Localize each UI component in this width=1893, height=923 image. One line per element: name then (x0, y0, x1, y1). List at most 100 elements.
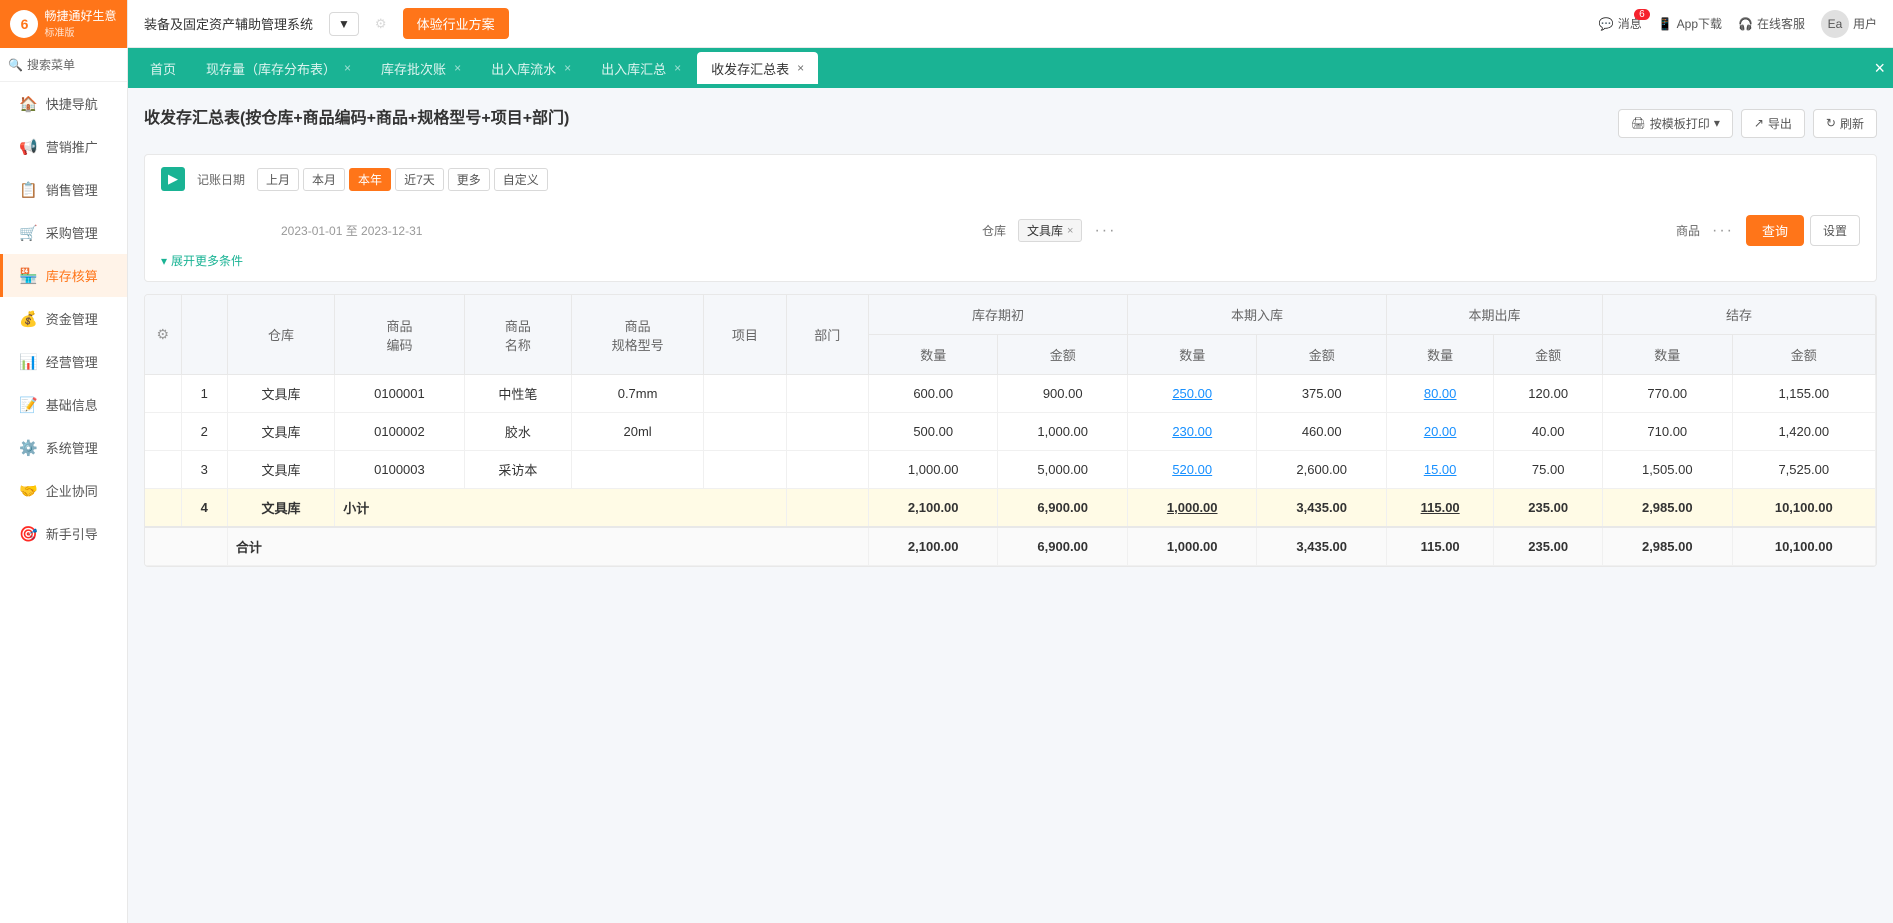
tab-inout-summary-close[interactable]: × (674, 61, 681, 75)
query-btn[interactable]: 查询 (1746, 215, 1804, 246)
close-all-tabs[interactable]: × (1874, 58, 1885, 79)
message-icon-item[interactable]: 💬 6 消息 (1599, 15, 1642, 32)
date-btn-this-month[interactable]: 本月 (303, 168, 345, 191)
warehouse-tag-close[interactable]: × (1067, 225, 1073, 237)
sidebar-item-base[interactable]: 📝 基础信息 (0, 383, 127, 426)
row-in-amt: 460.00 (1257, 413, 1387, 451)
tab-batch-ledger[interactable]: 库存批次账 × (367, 52, 475, 84)
sidebar-item-sales[interactable]: 📋 销售管理 (0, 168, 127, 211)
sidebar-item-label: 新手引导 (46, 524, 98, 543)
row-out-qty[interactable]: 20.00 (1386, 413, 1493, 451)
date-btn-custom[interactable]: 自定义 (494, 168, 548, 191)
online-service-item[interactable]: 🎧 在线客服 (1738, 15, 1805, 32)
row-code: 0100001 (335, 375, 465, 413)
sidebar-item-quick[interactable]: 🏠 快捷导航 (0, 82, 127, 125)
search-menu-item[interactable]: 🔍 搜索菜单 (0, 48, 127, 82)
sidebar-item-label: 营销推广 (46, 137, 98, 156)
date-btn-7days[interactable]: 近7天 (395, 168, 444, 191)
warehouse-label: 仓库 (982, 222, 1006, 239)
footer-out-amt: 235.00 (1494, 527, 1603, 566)
filter-toggle-btn[interactable]: ▶ (161, 167, 185, 191)
tab-batch-ledger-close[interactable]: × (454, 61, 461, 75)
row-in-qty[interactable]: 250.00 (1127, 375, 1257, 413)
row-in-qty[interactable]: 520.00 (1127, 451, 1257, 489)
sidebar-item-inventory[interactable]: 🏪 库存核算 (0, 254, 127, 297)
export-btn[interactable]: ↗ 导出 (1741, 109, 1805, 138)
chevron-down-icon: ▾ (1714, 116, 1720, 130)
date-btn-more[interactable]: 更多 (448, 168, 490, 191)
sidebar-item-collab[interactable]: 🤝 企业协同 (0, 469, 127, 512)
row-out-amt: 75.00 (1494, 451, 1603, 489)
target-icon: 🎯 (19, 525, 38, 543)
row-init-qty: 2,100.00 (868, 489, 998, 528)
tab-inout-flow-close[interactable]: × (564, 61, 571, 75)
search-icon: 🔍 (8, 58, 23, 72)
sidebar-item-marketing[interactable]: 📢 营销推广 (0, 125, 127, 168)
sidebar-item-system[interactable]: ⚙️ 系统管理 (0, 426, 127, 469)
main-area: 装备及固定资产辅助管理系统 ▼ ⚙ 体验行业方案 💬 6 消息 📱 App下载 … (128, 0, 1893, 923)
row-in-qty[interactable]: 230.00 (1127, 413, 1257, 451)
tab-home[interactable]: 首页 (136, 52, 190, 84)
row-out-qty[interactable]: 80.00 (1386, 375, 1493, 413)
tab-inout-summary[interactable]: 出入库汇总 × (587, 52, 695, 84)
row-name: 采访本 (464, 451, 571, 489)
date-btn-this-year[interactable]: 本年 (349, 168, 391, 191)
sidebar-item-business[interactable]: 📊 经营管理 (0, 340, 127, 383)
row-warehouse: 文具库 (227, 413, 334, 451)
date-label: 记账日期 (197, 171, 245, 188)
sidebar-header: 6 畅捷通好生意 标准版 (0, 0, 127, 48)
sidebar-item-label: 资金管理 (46, 309, 98, 328)
date-btn-last-month[interactable]: 上月 (257, 168, 299, 191)
refresh-btn[interactable]: ↻ 刷新 (1813, 109, 1877, 138)
warehouse-value: 文具库 (1027, 222, 1063, 239)
tab-stock-dist[interactable]: 现存量（库存分布表） × (192, 52, 365, 84)
try-industry-btn[interactable]: 体验行业方案 (403, 8, 509, 39)
user-item[interactable]: Ea 用户 (1821, 10, 1877, 38)
date-range: 2023-01-01 至 2023-12-31 (281, 222, 422, 239)
th-init-amt: 金额 (998, 335, 1128, 375)
online-label: 在线客服 (1757, 15, 1805, 32)
th-bal-qty: 数量 (1603, 335, 1733, 375)
row-out-amt: 235.00 (1494, 489, 1603, 528)
row-settings (145, 451, 181, 489)
th-balance: 结存 (1603, 295, 1876, 335)
sidebar-item-label: 经营管理 (46, 352, 98, 371)
sidebar-logo: 6 (10, 10, 38, 38)
tab-receive-summary-close[interactable]: × (797, 61, 804, 75)
row-dept (786, 375, 868, 413)
warehouse-more-dots[interactable]: ··· (1094, 222, 1116, 240)
row-seq: 2 (181, 413, 227, 451)
row-out-qty[interactable]: 15.00 (1386, 451, 1493, 489)
system-selector[interactable]: ▼ (329, 12, 359, 36)
tab-inout-summary-label: 出入库汇总 (601, 59, 666, 78)
page-title: 收发存汇总表(按仓库+商品编码+商品+规格型号+项目+部门) (144, 104, 569, 128)
row-bal-qty: 770.00 (1603, 375, 1733, 413)
sidebar-item-finance[interactable]: 💰 资金管理 (0, 297, 127, 340)
app-download-item[interactable]: 📱 App下载 (1658, 15, 1722, 32)
data-table-container: ⚙ 仓库 商品编码 商品名称 商品规格型号 项目 部门 库存期初 本期入库 本期… (144, 294, 1877, 567)
printer-icon: 🖨 (1631, 116, 1646, 130)
goods-more-dots[interactable]: ··· (1712, 222, 1734, 240)
row-project (704, 375, 786, 413)
row-spec: 20ml (572, 413, 704, 451)
row-in-amt: 375.00 (1257, 375, 1387, 413)
chart-icon: 📊 (19, 353, 38, 371)
th-code: 商品编码 (335, 295, 465, 375)
sidebar-item-purchase[interactable]: 🛒 采购管理 (0, 211, 127, 254)
handshake-icon: 🤝 (19, 482, 38, 500)
th-warehouse: 仓库 (227, 295, 334, 375)
th-init-stock: 库存期初 (868, 295, 1127, 335)
tab-inout-flow[interactable]: 出入库流水 × (477, 52, 585, 84)
sidebar-item-guide[interactable]: 🎯 新手引导 (0, 512, 127, 555)
tab-stock-dist-close[interactable]: × (344, 61, 351, 75)
print-btn[interactable]: 🖨 按模板打印 ▾ (1618, 109, 1733, 138)
expand-more-btn[interactable]: ▾ 展开更多条件 (161, 252, 1860, 269)
settings-btn[interactable]: 设置 (1810, 215, 1860, 246)
th-init-qty: 数量 (868, 335, 998, 375)
table-row: 3 文具库 0100003 采访本 1,000.00 5,000.00 520.… (145, 451, 1876, 489)
row-settings (145, 413, 181, 451)
tab-receive-summary[interactable]: 收发存汇总表 × (697, 52, 818, 84)
column-settings-icon[interactable]: ⚙ (156, 326, 169, 342)
row-bal-amt: 7,525.00 (1732, 451, 1875, 489)
row-project (704, 413, 786, 451)
